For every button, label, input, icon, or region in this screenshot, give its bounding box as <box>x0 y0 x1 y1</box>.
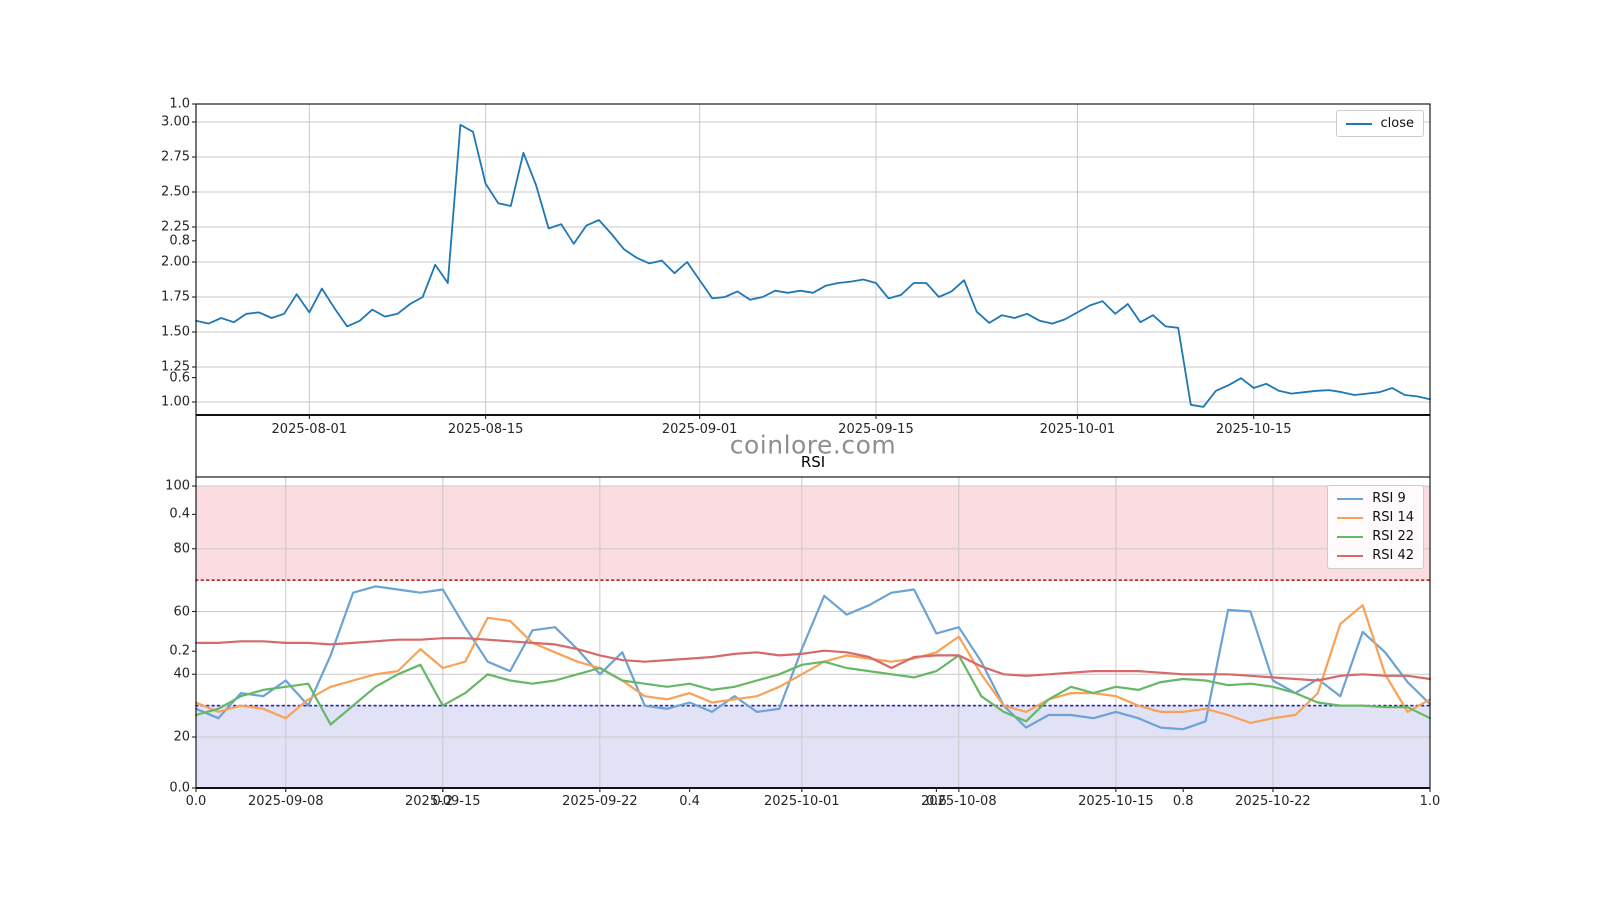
rsi-y-tick-label: 60 <box>173 604 190 619</box>
outer-x-tick-label: 0.4 <box>679 794 700 809</box>
legend-label-rsi42: RSI 42 <box>1372 548 1414 563</box>
rsi14-line-swatch <box>1337 516 1364 519</box>
price-x-tick-label: 2025-10-15 <box>1215 422 1292 437</box>
price-y-tick-label: 1.00 <box>161 394 190 410</box>
price-y-tick-label: 3.00 <box>161 114 190 130</box>
rsi-x-tick-label: 2025-10-22 <box>1235 794 1311 809</box>
outer-x-tick-label: 0.6 <box>926 794 947 809</box>
close-line <box>195 123 1431 408</box>
price-axes-border <box>195 103 1431 416</box>
price-legend[interactable]: close <box>1335 110 1424 137</box>
rsi-y-tick-label: 20 <box>173 729 190 745</box>
price-x-tick-label: 2025-10-01 <box>1039 422 1116 437</box>
price-x-tick-label: 2025-08-01 <box>271 422 348 437</box>
rsi-legend[interactable]: RSI 9 RSI 14 RSI 22 RSI 42 <box>1327 485 1424 569</box>
rsi-x-tick-label: 2025-10-15 <box>1078 794 1154 809</box>
legend-label-rsi22: RSI 22 <box>1372 529 1414 544</box>
price-y-tick-label: 2.75 <box>161 149 190 165</box>
price-y-tick-label: 2.50 <box>161 184 190 200</box>
outer-x-tick-label: 0.0 <box>185 794 207 809</box>
outer-y-tick-label: 0.4 <box>169 506 190 522</box>
rsi9-line-swatch <box>1337 497 1364 500</box>
outer-x-tick-label: 0.2 <box>432 794 454 809</box>
rsi-x-tick-label: 2025-09-08 <box>247 794 324 809</box>
outer-x-tick-label: 0.8 <box>1172 794 1194 809</box>
price-x-tick-label: 2025-08-15 <box>447 422 524 437</box>
rsi-x-tick-label: 2025-09-22 <box>562 794 638 809</box>
close-line-swatch <box>1345 122 1372 125</box>
outer-x-tick-label: 1.0 <box>1419 794 1441 809</box>
overbought-band <box>196 486 1430 581</box>
figure: 3.00 2.75 2.50 2.25 2.00 1.75 1.50 1.25 1.00 100 8… <box>0 0 1600 900</box>
price-y-tick-label: 1.75 <box>161 289 190 305</box>
rsi22-line-swatch <box>1337 535 1364 538</box>
rsi-x-tick-label: 2025-10-01 <box>764 794 840 809</box>
legend-label-rsi9: RSI 9 <box>1372 491 1406 506</box>
rsi-y-tick-label: 40 <box>173 666 190 682</box>
legend-item-rsi42: RSI 42 <box>1337 548 1414 563</box>
legend-item-rsi22: RSI 22 <box>1337 529 1414 544</box>
legend-item-rsi9: RSI 9 <box>1337 491 1414 506</box>
outer-y-tick-label: 1.0 <box>169 96 190 112</box>
rsi-panel-title: RSI <box>800 453 826 471</box>
rsi42-line-swatch <box>1337 554 1364 557</box>
legend-item-rsi14: RSI 14 <box>1337 510 1414 525</box>
legend-label-rsi14: RSI 14 <box>1372 510 1414 525</box>
price-y-tick-label: 1.50 <box>161 324 190 340</box>
rsi-y-tick-label: 80 <box>173 541 190 557</box>
outer-y-tick-label: 0.6 <box>169 370 190 386</box>
price-y-tick-label: 2.25 <box>161 219 190 235</box>
outer-y-tick-label: 0.8 <box>169 233 190 249</box>
legend-label-close: close <box>1380 116 1414 131</box>
outer-y-tick-label: 0.0 <box>169 780 190 796</box>
price-y-tick-label: 2.00 <box>161 254 190 270</box>
rsi-y-tick-label: 100 <box>165 478 190 494</box>
price-x-tick-label: 2025-09-01 <box>661 422 738 437</box>
outer-y-tick-label: 0.2 <box>169 643 190 659</box>
legend-item-close: close <box>1345 116 1414 131</box>
oversold-band <box>196 705 1430 788</box>
